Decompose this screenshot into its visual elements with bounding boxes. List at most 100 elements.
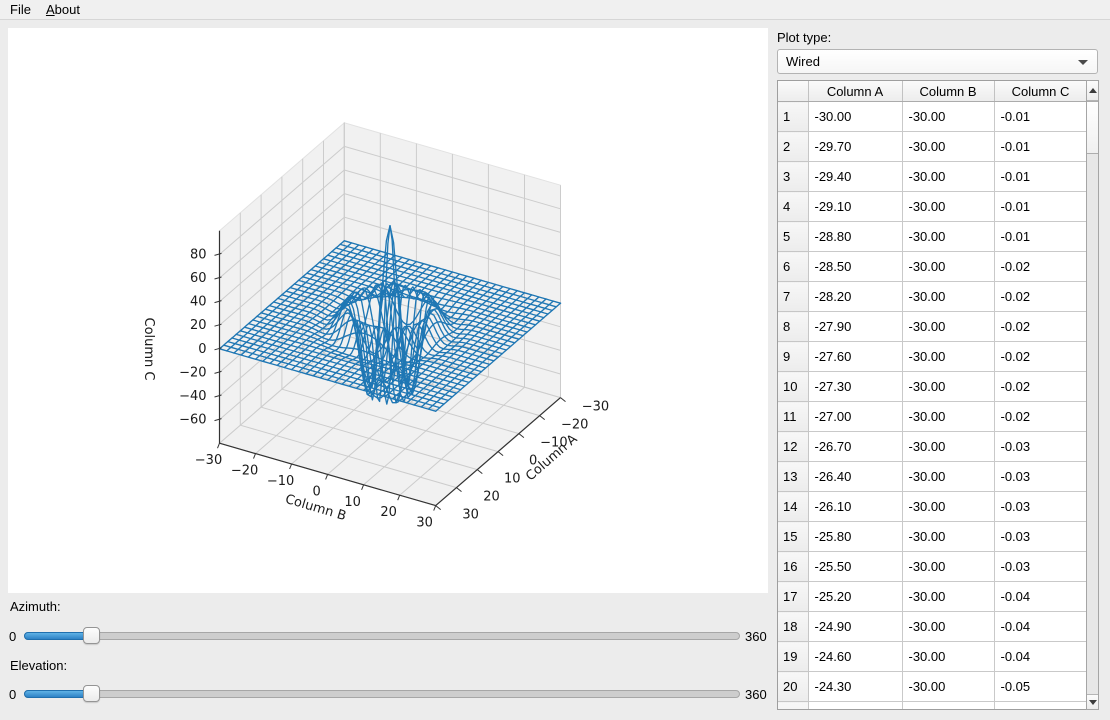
table-cell[interactable]: -0.03 [994, 492, 1087, 522]
table-cell[interactable]: -30.00 [902, 612, 994, 642]
row-number-cell[interactable]: 15 [778, 522, 808, 552]
table-cell[interactable]: -30.00 [902, 432, 994, 462]
table-cell[interactable]: -0.05 [994, 672, 1087, 702]
table-cell[interactable] [808, 702, 902, 711]
scroll-down-button[interactable] [1087, 694, 1098, 709]
table-cell[interactable]: -28.80 [808, 222, 902, 252]
row-number-cell[interactable]: 18 [778, 612, 808, 642]
table-cell[interactable]: -0.02 [994, 372, 1087, 402]
table-cell[interactable] [902, 702, 994, 711]
table-scrollbar[interactable] [1086, 80, 1099, 710]
table-cell[interactable]: -0.01 [994, 102, 1087, 132]
row-number-cell[interactable]: 2 [778, 132, 808, 162]
scrollbar-thumb[interactable] [1087, 101, 1098, 154]
table-cell[interactable]: -30.00 [902, 342, 994, 372]
table-cell[interactable]: -30.00 [902, 372, 994, 402]
scroll-up-button[interactable] [1087, 81, 1098, 101]
table-cell[interactable]: -24.30 [808, 672, 902, 702]
row-number-cell[interactable]: 13 [778, 462, 808, 492]
table-cell[interactable]: -28.50 [808, 252, 902, 282]
row-number-cell[interactable]: 20 [778, 672, 808, 702]
table-cell[interactable]: -0.01 [994, 132, 1087, 162]
table-cell[interactable]: -30.00 [902, 252, 994, 282]
table-cell[interactable]: -29.70 [808, 132, 902, 162]
column-b-header[interactable]: Column B [902, 81, 994, 102]
table-cell[interactable]: -30.00 [808, 102, 902, 132]
row-number-cell[interactable]: 10 [778, 372, 808, 402]
table-cell[interactable]: -26.40 [808, 462, 902, 492]
table-cell[interactable]: -0.01 [994, 222, 1087, 252]
table-cell[interactable]: -0.04 [994, 642, 1087, 672]
table-cell[interactable]: -30.00 [902, 642, 994, 672]
table-header-row: Column A Column B Column C [778, 81, 1087, 102]
row-number-cell[interactable]: 12 [778, 432, 808, 462]
table-cell[interactable]: -30.00 [902, 492, 994, 522]
table-cell[interactable]: -30.00 [902, 192, 994, 222]
table-cell[interactable]: -30.00 [902, 162, 994, 192]
table-cell[interactable]: -0.02 [994, 342, 1087, 372]
row-number-cell[interactable]: 16 [778, 552, 808, 582]
table-cell[interactable]: -0.02 [994, 282, 1087, 312]
table-cell[interactable]: -0.01 [994, 192, 1087, 222]
table-cell[interactable]: -30.00 [902, 402, 994, 432]
azimuth-slider-handle[interactable] [83, 627, 100, 644]
table-cell[interactable]: -0.02 [994, 312, 1087, 342]
row-number-cell[interactable]: 11 [778, 402, 808, 432]
table-cell[interactable]: -27.90 [808, 312, 902, 342]
table-cell[interactable]: -0.04 [994, 612, 1087, 642]
table-cell[interactable]: -0.03 [994, 432, 1087, 462]
table-cell[interactable]: -26.10 [808, 492, 902, 522]
row-number-cell[interactable]: 14 [778, 492, 808, 522]
plot-type-combobox[interactable]: Wired [777, 49, 1098, 74]
row-number-cell[interactable]: 1 [778, 102, 808, 132]
table-cell[interactable]: -30.00 [902, 282, 994, 312]
table-cell[interactable]: -0.02 [994, 252, 1087, 282]
elevation-slider[interactable] [24, 690, 740, 698]
table-cell[interactable]: -30.00 [902, 552, 994, 582]
table-cell[interactable]: -27.00 [808, 402, 902, 432]
table-cell[interactable]: -30.00 [902, 132, 994, 162]
row-number-cell[interactable]: 6 [778, 252, 808, 282]
table-cell[interactable]: -0.03 [994, 552, 1087, 582]
table-cell[interactable]: -30.00 [902, 222, 994, 252]
table-cell[interactable]: -29.40 [808, 162, 902, 192]
row-number-cell[interactable]: 9 [778, 342, 808, 372]
table-cell[interactable]: -30.00 [902, 522, 994, 552]
table-cell[interactable]: -0.04 [994, 582, 1087, 612]
table-cell[interactable]: -27.30 [808, 372, 902, 402]
column-c-header[interactable]: Column C [994, 81, 1087, 102]
table-cell[interactable]: -30.00 [902, 102, 994, 132]
azimuth-slider[interactable] [24, 632, 740, 640]
table-cell[interactable]: -0.01 [994, 162, 1087, 192]
table-cell[interactable]: -27.60 [808, 342, 902, 372]
column-a-header[interactable]: Column A [808, 81, 902, 102]
table-cell[interactable]: -29.10 [808, 192, 902, 222]
table-cell[interactable]: -24.60 [808, 642, 902, 672]
table-cell[interactable]: -25.50 [808, 552, 902, 582]
table-cell[interactable]: -0.03 [994, 462, 1087, 492]
table-cell[interactable]: -0.03 [994, 522, 1087, 552]
table-cell[interactable] [994, 702, 1087, 711]
table-cell[interactable]: -25.20 [808, 582, 902, 612]
row-number-cell[interactable]: 3 [778, 162, 808, 192]
table-cell[interactable]: -30.00 [902, 312, 994, 342]
row-number-cell[interactable]: 4 [778, 192, 808, 222]
row-number-cell[interactable] [778, 702, 808, 711]
table-cell[interactable]: -24.90 [808, 612, 902, 642]
table-cell[interactable]: -25.80 [808, 522, 902, 552]
table-cell[interactable]: -30.00 [902, 672, 994, 702]
elevation-slider-handle[interactable] [83, 685, 100, 702]
row-number-cell[interactable]: 17 [778, 582, 808, 612]
row-number-cell[interactable]: 8 [778, 312, 808, 342]
table-cell[interactable]: -0.02 [994, 402, 1087, 432]
menu-item-file[interactable]: File [10, 2, 31, 17]
row-number-cell[interactable]: 19 [778, 642, 808, 672]
table-cell[interactable]: -30.00 [902, 462, 994, 492]
table-cell[interactable]: -28.20 [808, 282, 902, 312]
row-number-cell[interactable]: 7 [778, 282, 808, 312]
menu-item-about[interactable]: About [46, 2, 80, 17]
row-number-cell[interactable]: 5 [778, 222, 808, 252]
plot-canvas[interactable]: −30−20−100102030−30−20−10010203080604020… [8, 28, 768, 593]
table-cell[interactable]: -26.70 [808, 432, 902, 462]
table-cell[interactable]: -30.00 [902, 582, 994, 612]
